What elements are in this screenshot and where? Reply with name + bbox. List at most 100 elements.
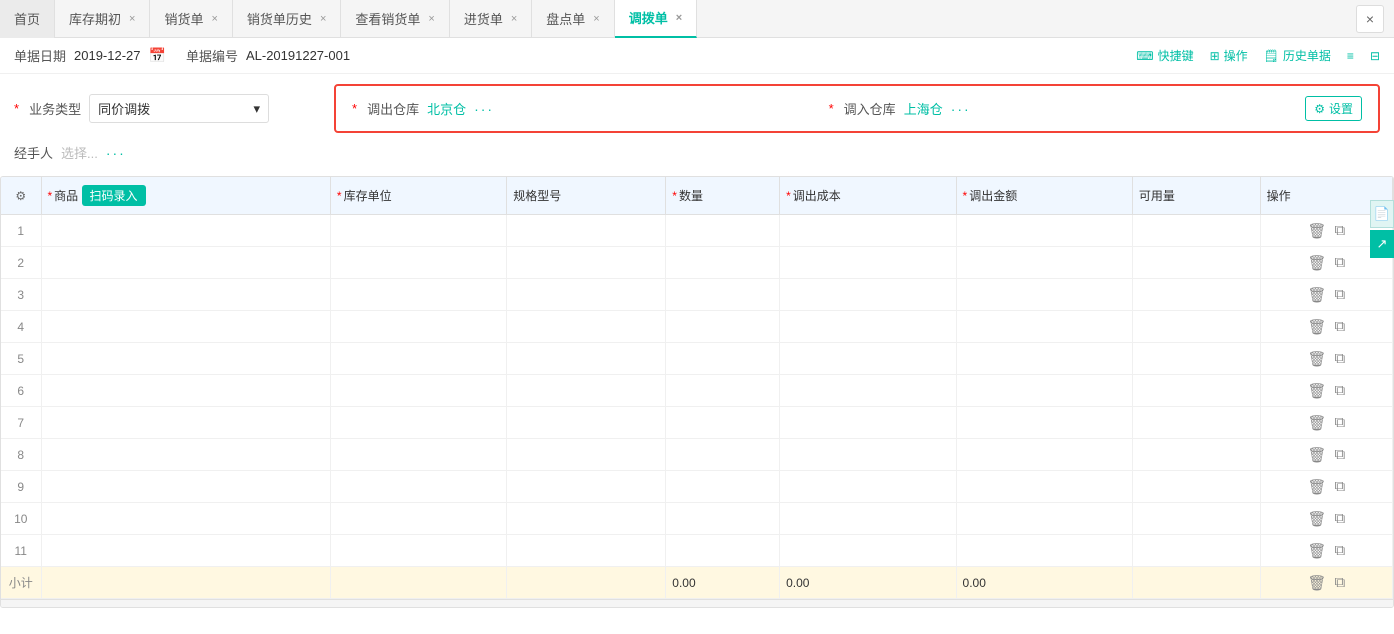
delete-row-button-8[interactable]: 🗑	[1307, 446, 1326, 464]
cell-cost-6[interactable]	[780, 375, 956, 407]
cell-qty-5[interactable]	[666, 343, 780, 375]
cell-amount-4[interactable]	[956, 311, 1132, 343]
cell-unit-8[interactable]	[330, 439, 506, 471]
cell-available-2[interactable]	[1132, 247, 1260, 279]
cell-available-6[interactable]	[1132, 375, 1260, 407]
copy-row-button-8[interactable]: ⧉	[1334, 446, 1345, 463]
tab-sales-order-close[interactable]: ×	[211, 13, 217, 25]
cell-cost-11[interactable]	[780, 535, 956, 567]
shortcuts-button[interactable]: ⌨ 快捷键	[1136, 47, 1193, 64]
cell-amount-2[interactable]	[956, 247, 1132, 279]
cell-cost-2[interactable]	[780, 247, 956, 279]
delete-row-button-5[interactable]: 🗑	[1307, 350, 1326, 368]
tab-sales-history[interactable]: 销货单历史 ×	[233, 0, 341, 38]
operations-button[interactable]: ⊞ 操作	[1210, 47, 1248, 64]
tab-transfer-order-close[interactable]: ×	[676, 12, 682, 24]
copy-row-button-11[interactable]: ⧉	[1334, 542, 1345, 559]
cell-spec-4[interactable]	[507, 311, 666, 343]
copy-row-button-5[interactable]: ⧉	[1334, 350, 1345, 367]
cell-spec-3[interactable]	[507, 279, 666, 311]
cell-cost-3[interactable]	[780, 279, 956, 311]
tab-inventory-check-close[interactable]: ×	[593, 13, 599, 25]
cell-spec-6[interactable]	[507, 375, 666, 407]
delete-row-button-7[interactable]: 🗑	[1307, 414, 1326, 432]
cell-product-11[interactable]	[41, 535, 330, 567]
cell-qty-8[interactable]	[666, 439, 780, 471]
tab-inventory-init-close[interactable]: ×	[129, 13, 135, 25]
layout1-button[interactable]: ≡	[1347, 49, 1354, 63]
cell-unit-5[interactable]	[330, 343, 506, 375]
delete-row-button-10[interactable]: 🗑	[1307, 510, 1326, 528]
cell-product-3[interactable]	[41, 279, 330, 311]
tab-inventory-init[interactable]: 库存期初 ×	[55, 0, 150, 38]
delete-row-button-11[interactable]: 🗑	[1307, 542, 1326, 560]
cell-product-4[interactable]	[41, 311, 330, 343]
cell-unit-2[interactable]	[330, 247, 506, 279]
cell-product-9[interactable]	[41, 471, 330, 503]
cell-qty-3[interactable]	[666, 279, 780, 311]
cell-qty-9[interactable]	[666, 471, 780, 503]
cell-available-4[interactable]	[1132, 311, 1260, 343]
cell-cost-7[interactable]	[780, 407, 956, 439]
copy-row-button-6[interactable]: ⧉	[1334, 382, 1345, 399]
copy-row-button-4[interactable]: ⧉	[1334, 318, 1345, 335]
tab-inventory-check[interactable]: 盘点单 ×	[532, 0, 614, 38]
cell-unit-1[interactable]	[330, 215, 506, 247]
cell-spec-10[interactable]	[507, 503, 666, 535]
cell-cost-5[interactable]	[780, 343, 956, 375]
cell-product-10[interactable]	[41, 503, 330, 535]
calendar-icon[interactable]: 📅	[149, 47, 166, 64]
tab-view-sales-close[interactable]: ×	[428, 13, 434, 25]
copy-row-button-7[interactable]: ⧉	[1334, 414, 1345, 431]
cell-product-7[interactable]	[41, 407, 330, 439]
cell-unit-7[interactable]	[330, 407, 506, 439]
cell-amount-5[interactable]	[956, 343, 1132, 375]
cell-cost-10[interactable]	[780, 503, 956, 535]
cell-qty-2[interactable]	[666, 247, 780, 279]
cell-cost-4[interactable]	[780, 311, 956, 343]
cell-spec-11[interactable]	[507, 535, 666, 567]
cell-available-1[interactable]	[1132, 215, 1260, 247]
window-close-button[interactable]: ×	[1356, 5, 1384, 33]
cell-cost-1[interactable]	[780, 215, 956, 247]
copy-row-button-10[interactable]: ⧉	[1334, 510, 1345, 527]
tab-home[interactable]: 首页	[0, 0, 55, 38]
cell-available-3[interactable]	[1132, 279, 1260, 311]
sidebar-link-button[interactable]: ↗	[1370, 230, 1394, 258]
cell-qty-4[interactable]	[666, 311, 780, 343]
delete-row-button-3[interactable]: 🗑	[1307, 286, 1326, 304]
cell-unit-4[interactable]	[330, 311, 506, 343]
cell-available-5[interactable]	[1132, 343, 1260, 375]
cell-spec-8[interactable]	[507, 439, 666, 471]
cell-qty-1[interactable]	[666, 215, 780, 247]
cell-qty-11[interactable]	[666, 535, 780, 567]
cell-product-5[interactable]	[41, 343, 330, 375]
cell-amount-11[interactable]	[956, 535, 1132, 567]
cell-spec-2[interactable]	[507, 247, 666, 279]
cell-spec-9[interactable]	[507, 471, 666, 503]
cell-available-7[interactable]	[1132, 407, 1260, 439]
setting-button[interactable]: ⚙ 设置	[1305, 96, 1362, 121]
history-button[interactable]: 🗒 历史单据	[1264, 47, 1331, 64]
cell-amount-3[interactable]	[956, 279, 1132, 311]
cell-unit-6[interactable]	[330, 375, 506, 407]
tab-sales-order[interactable]: 销货单 ×	[150, 0, 232, 38]
delete-row-button-2[interactable]: 🗑	[1307, 254, 1326, 272]
copy-row-button-1[interactable]: ⧉	[1334, 222, 1345, 239]
delete-row-button-4[interactable]: 🗑	[1307, 318, 1326, 336]
tab-purchase-order-close[interactable]: ×	[511, 13, 517, 25]
cell-spec-7[interactable]	[507, 407, 666, 439]
cell-unit-10[interactable]	[330, 503, 506, 535]
cell-qty-6[interactable]	[666, 375, 780, 407]
handler-more-button[interactable]: ···	[106, 145, 126, 161]
cell-available-10[interactable]	[1132, 503, 1260, 535]
cell-available-9[interactable]	[1132, 471, 1260, 503]
cell-amount-10[interactable]	[956, 503, 1132, 535]
cell-product-2[interactable]	[41, 247, 330, 279]
cell-amount-1[interactable]	[956, 215, 1132, 247]
tab-sales-history-close[interactable]: ×	[320, 13, 326, 25]
cell-product-1[interactable]	[41, 215, 330, 247]
sidebar-doc-button[interactable]: 📄	[1370, 200, 1394, 228]
subtotal-copy-button[interactable]: ⧉	[1334, 574, 1345, 591]
cell-available-8[interactable]	[1132, 439, 1260, 471]
